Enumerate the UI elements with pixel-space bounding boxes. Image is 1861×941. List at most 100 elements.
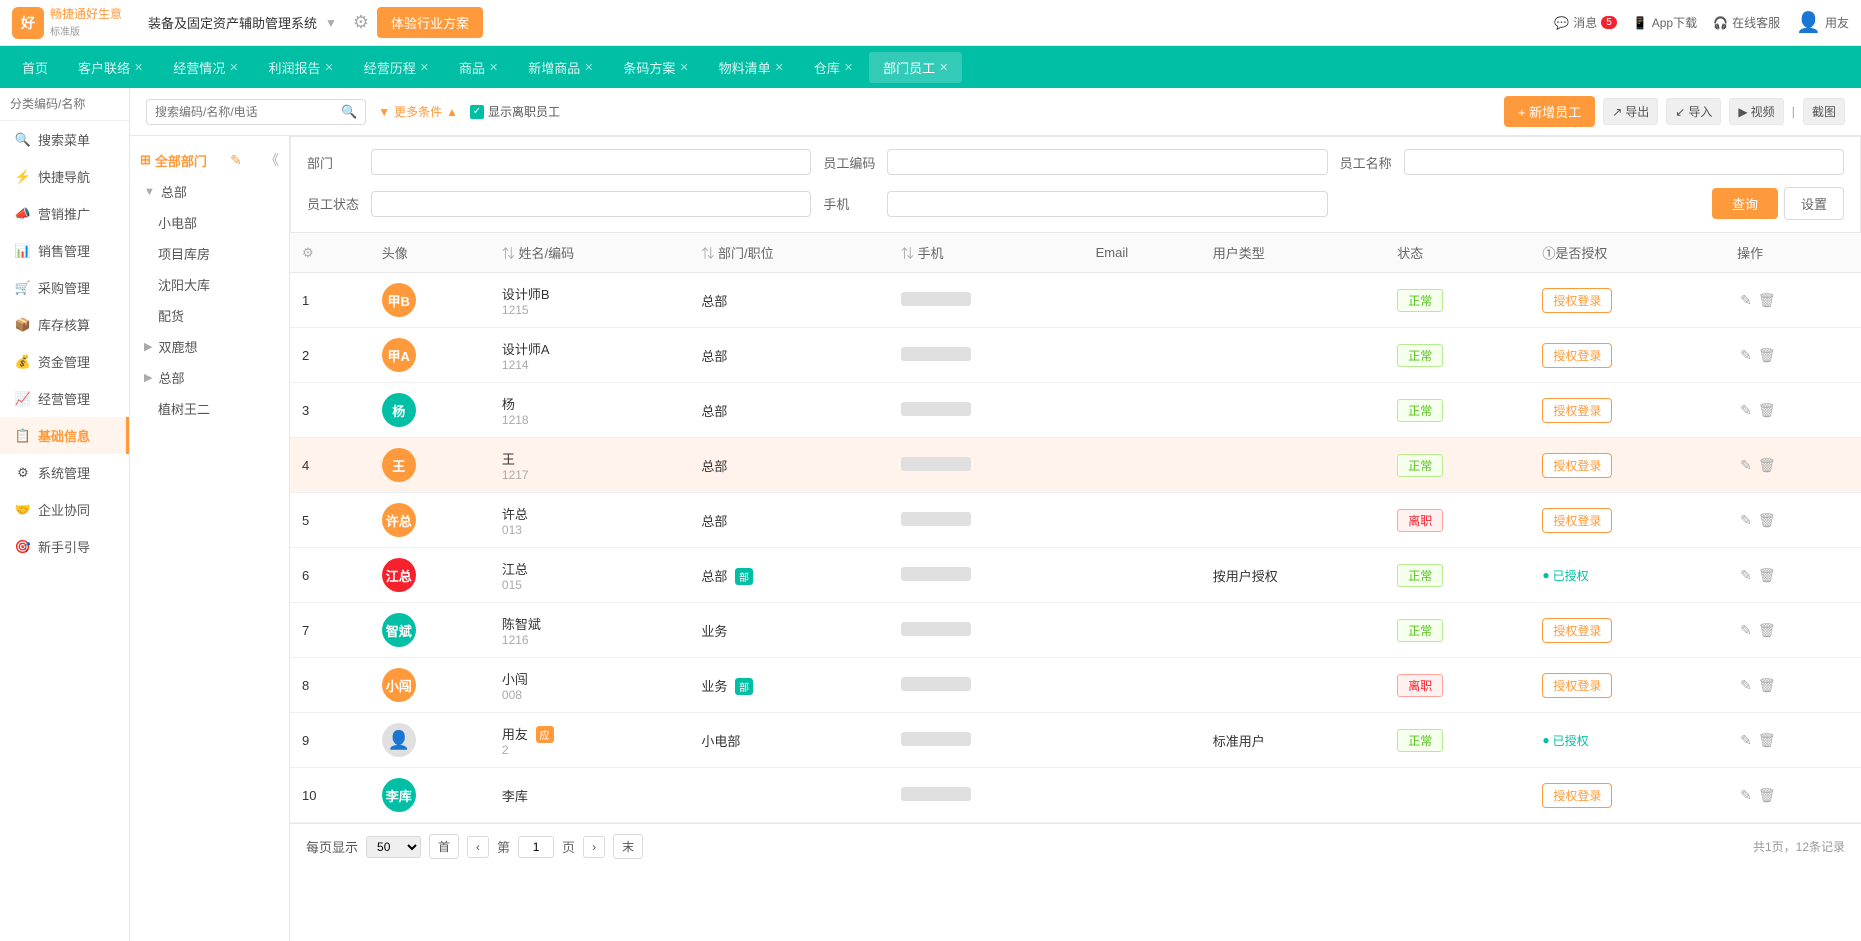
nav-tab-商品[interactable]: 商品✕ [445,52,512,83]
delete-btn[interactable]: 🗑 [1758,512,1776,528]
edit-btn[interactable]: ✎ [1740,512,1752,528]
dept-tree-item[interactable]: ▼ 总部 [130,176,289,207]
message-icon[interactable]: 💬 消息 5 [1554,14,1617,31]
dept-tree-item[interactable]: 植树王二 [130,393,289,424]
sort-icon[interactable]: ⇅ [502,246,515,261]
auth-login-btn[interactable]: 授权登录 [1542,673,1612,698]
tab-close-icon[interactable]: ✕ [939,61,948,74]
dept-all-label[interactable]: ⊞ 全部部门 [140,151,207,170]
edit-btn[interactable]: ✎ [1740,787,1752,803]
auth-login-btn[interactable]: 授权登录 [1542,288,1612,313]
sidebar-item-经营管理[interactable]: 📈经营管理 [0,380,129,417]
per-page-select[interactable]: 50 100 [366,836,421,858]
edit-btn[interactable]: ✎ [1740,457,1752,473]
delete-btn[interactable]: 🗑 [1758,567,1776,583]
tab-close-icon[interactable]: ✕ [584,61,593,74]
edit-btn[interactable]: ✎ [1740,292,1752,308]
last-page-btn[interactable]: 末 [613,834,643,859]
nav-tab-首页[interactable]: 首页 [8,52,62,83]
delete-btn[interactable]: 🗑 [1758,677,1776,693]
app-download-icon[interactable]: 📱 App下载 [1633,14,1697,31]
sidebar-item-资金管理[interactable]: 💰资金管理 [0,343,129,380]
first-page-btn[interactable]: 首 [429,834,459,859]
tab-close-icon[interactable]: ✕ [679,61,688,74]
sidebar-search-input[interactable] [10,97,130,111]
search-input[interactable] [155,105,335,119]
video-button[interactable]: ▶ 视频 [1729,98,1783,125]
add-employee-button[interactable]: + 新增员工 [1504,96,1595,127]
edit-btn[interactable]: ✎ [1740,732,1752,748]
edit-btn[interactable]: ✎ [1740,622,1752,638]
delete-btn[interactable]: 🗑 [1758,402,1776,418]
edit-btn[interactable]: ✎ [1740,347,1752,363]
user-avatar[interactable]: 👤 用友 [1796,10,1849,35]
sidebar-item-营销推广[interactable]: 📣营销推广 [0,195,129,232]
nav-tab-经营情况[interactable]: 经营情况✕ [159,52,252,83]
sidebar-item-搜索菜单[interactable]: 🔍搜索菜单 [0,121,129,158]
tab-close-icon[interactable]: ✕ [325,61,334,74]
dept-collapse-icon[interactable]: 《 [265,150,279,170]
filter-set-btn[interactable]: 设置 [1784,187,1844,220]
tab-close-icon[interactable]: ✕ [420,61,429,74]
screenshot-button[interactable]: 截图 [1803,98,1845,125]
trial-button[interactable]: 体验行业方案 [377,7,483,38]
dept-tree-item[interactable]: 项目库房 [130,238,289,269]
nav-tab-新增商品[interactable]: 新增商品✕ [514,52,607,83]
filter-phone-input[interactable] [887,191,1327,217]
import-button[interactable]: ↙ 导入 [1666,98,1721,125]
dept-tree-item[interactable]: 小电部 [130,207,289,238]
auth-login-btn[interactable]: 授权登录 [1542,783,1612,808]
search-icon[interactable]: 🔍 [341,104,357,120]
nav-tab-物料清单[interactable]: 物料清单✕ [705,52,798,83]
sidebar-item-系统管理[interactable]: ⚙系统管理 [0,454,129,491]
nav-tab-部门员工[interactable]: 部门员工✕ [869,52,962,83]
delete-btn[interactable]: 🗑 [1758,292,1776,308]
sort-icon[interactable]: ⇅ [701,246,714,261]
delete-btn[interactable]: 🗑 [1758,457,1776,473]
tab-close-icon[interactable]: ✕ [229,61,238,74]
filter-dept-select[interactable] [371,149,811,175]
next-page-btn[interactable]: › [583,836,605,858]
delete-btn[interactable]: 🗑 [1758,347,1776,363]
show-inactive-checkbox[interactable]: ✓ [470,105,484,119]
filter-search-btn[interactable]: 查询 [1712,188,1778,219]
auth-login-btn[interactable]: 授权登录 [1542,618,1612,643]
dept-tree-item[interactable]: 配货 [130,300,289,331]
auth-login-btn[interactable]: 授权登录 [1542,343,1612,368]
tab-close-icon[interactable]: ✕ [489,61,498,74]
online-service-icon[interactable]: 🎧 在线客服 [1713,14,1780,31]
dept-tree-item[interactable]: 沈阳大库 [130,269,289,300]
sidebar-item-企业协同[interactable]: 🤝企业协同 [0,491,129,528]
dept-tree-item[interactable]: ▶ 总部 [130,362,289,393]
settings-col-icon[interactable]: ⚙ [302,245,314,260]
filter-status-select[interactable] [371,191,811,217]
tab-close-icon[interactable]: ✕ [775,61,784,74]
nav-tab-利润报告[interactable]: 利润报告✕ [254,52,347,83]
edit-btn[interactable]: ✎ [1740,677,1752,693]
delete-btn[interactable]: 🗑 [1758,732,1776,748]
prev-page-btn[interactable]: ‹ [467,836,489,858]
export-button[interactable]: ↗ 导出 [1603,98,1658,125]
dept-tree-item[interactable]: ▶ 双鹿想 [130,331,289,362]
tab-close-icon[interactable]: ✕ [844,61,853,74]
nav-tab-仓库[interactable]: 仓库✕ [800,52,867,83]
sidebar-item-基础信息[interactable]: 📋基础信息 [0,417,129,454]
filter-empcode-input[interactable] [887,149,1327,175]
nav-tab-条码方案[interactable]: 条码方案✕ [609,52,702,83]
sidebar-item-库存核算[interactable]: 📦库存核算 [0,306,129,343]
dept-edit-icon[interactable]: ✎ [230,152,242,169]
tab-close-icon[interactable]: ✕ [134,61,143,74]
edit-btn[interactable]: ✎ [1740,567,1752,583]
more-filter-btn[interactable]: ▼ 更多条件 ▲ [378,103,458,120]
auth-login-btn[interactable]: 授权登录 [1542,398,1612,423]
filter-empname-input[interactable] [1404,149,1844,175]
delete-btn[interactable]: 🗑 [1758,622,1776,638]
page-input[interactable] [518,836,554,858]
sidebar-item-销售管理[interactable]: 📊销售管理 [0,232,129,269]
auth-login-btn[interactable]: 授权登录 [1542,453,1612,478]
sidebar-item-快捷导航[interactable]: ⚡快捷导航 [0,158,129,195]
delete-btn[interactable]: 🗑 [1758,787,1776,803]
nav-tab-客户联络[interactable]: 客户联络✕ [64,52,157,83]
sidebar-item-采购管理[interactable]: 🛒采购管理 [0,269,129,306]
nav-tab-经营历程[interactable]: 经营历程✕ [350,52,443,83]
